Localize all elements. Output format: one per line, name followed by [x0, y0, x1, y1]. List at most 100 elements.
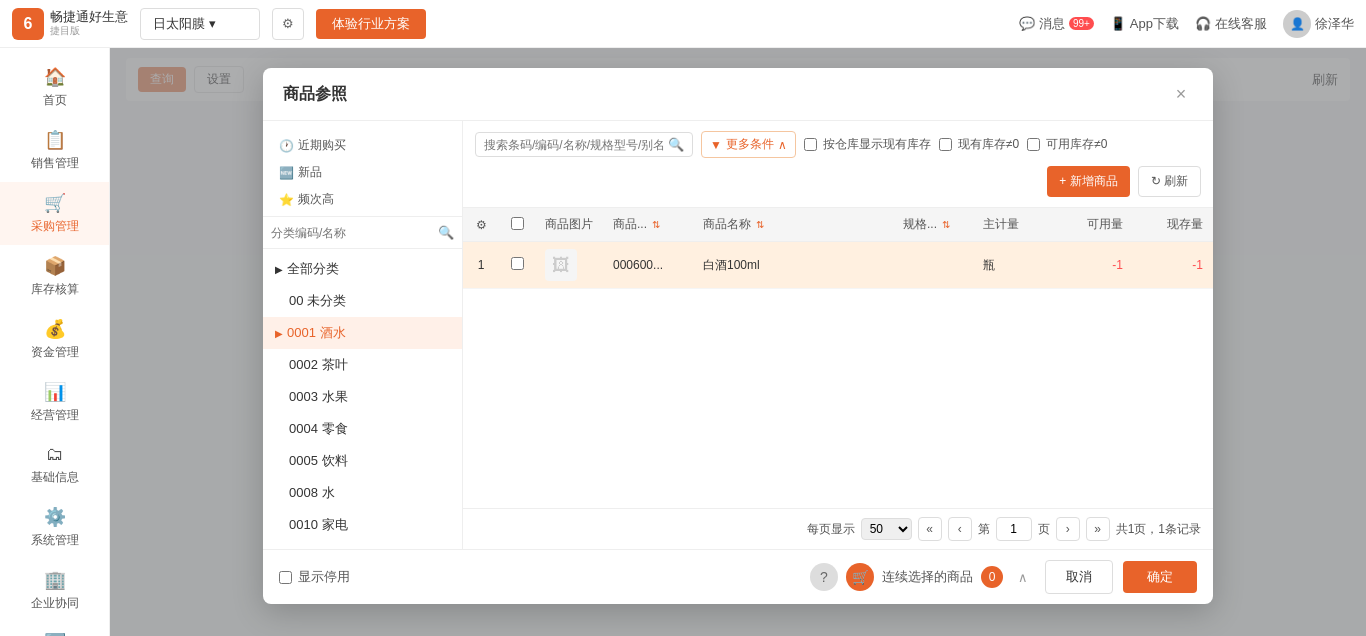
main-layout: 🏠 首页 📋 销售管理 🛒 采购管理 📦 库存核算 💰 资金管理 📊 经营管理 …: [0, 48, 1366, 636]
logo-area: 6 畅捷通好生意 捷目版: [12, 8, 128, 40]
nav-frequent[interactable]: ⭐ 频次高: [271, 187, 454, 212]
headset-icon: 🎧: [1195, 16, 1211, 31]
tree-arrow-all: ▶: [275, 264, 283, 275]
modal-body: 🕐 近期购买 🆕 新品 ⭐ 频次高: [263, 121, 1213, 549]
tree-label-0004: 0004 零食: [289, 420, 348, 438]
filter-btn[interactable]: ▼ 更多条件 ∧: [701, 131, 796, 158]
basic-icon: 🗂: [46, 444, 64, 465]
business-icon: 📊: [44, 381, 66, 403]
product-spec: [893, 242, 973, 289]
col-code-header[interactable]: 商品... ⇅: [603, 208, 693, 242]
tree-item-0003[interactable]: 0003 水果: [263, 381, 462, 413]
sidebar-label-finance: 资金管理: [31, 344, 79, 361]
close-btn[interactable]: ×: [1169, 82, 1193, 106]
tree-item-0005[interactable]: 0005 饮料: [263, 445, 462, 477]
nav-new-label: 新品: [298, 164, 322, 181]
message-btn[interactable]: 💬 消息 99+: [1019, 15, 1094, 33]
sidebar-item-inventory[interactable]: 📦 库存核算: [0, 245, 109, 308]
per-page-select[interactable]: 10 20 50 100: [861, 518, 912, 540]
nav-recent[interactable]: 🕐 近期购买: [271, 133, 454, 158]
logo-title: 畅捷通好生意: [50, 9, 128, 25]
toolbar: 🔍 ▼ 更多条件 ∧ 按仓库显示现有库存: [463, 121, 1213, 208]
tree-item-0001[interactable]: ▶ 0001 酒水: [263, 317, 462, 349]
app-download-btn[interactable]: 📱 App下载: [1110, 15, 1179, 33]
tree-label-0010: 0010 家电: [289, 516, 348, 534]
sidebar-label-business: 经营管理: [31, 407, 79, 424]
next-page-btn[interactable]: ›: [1056, 517, 1080, 541]
collapse-icon[interactable]: ∧: [1011, 565, 1035, 589]
message-icon: 💬: [1019, 16, 1035, 31]
table-container: ⚙ 商品图片 商品...: [463, 208, 1213, 508]
table-row[interactable]: 1 🖼 000600... 白酒100ml: [463, 242, 1213, 289]
sidebar-label-inventory: 库存核算: [31, 281, 79, 298]
nav-new[interactable]: 🆕 新品: [271, 160, 454, 185]
continuous-label: 连续选择的商品: [882, 568, 973, 586]
prev-page-btn[interactable]: ‹: [948, 517, 972, 541]
tree-label-00: 00 未分类: [289, 292, 346, 310]
checkbox-stock-label: 现有库存≠0: [958, 136, 1019, 153]
row-checkbox[interactable]: [511, 257, 524, 270]
home-icon: 🏠: [44, 66, 66, 88]
nav-dropdown[interactable]: 日太阳膜 ▾: [140, 8, 260, 40]
checkbox-stock[interactable]: [939, 138, 952, 151]
sidebar-item-guide[interactable]: 🆕 新手引导: [0, 622, 109, 636]
col-settings[interactable]: ⚙: [463, 208, 499, 242]
sidebar-item-home[interactable]: 🏠 首页: [0, 56, 109, 119]
online-service-btn[interactable]: 🎧 在线客服: [1195, 15, 1267, 33]
product-table: ⚙ 商品图片 商品...: [463, 208, 1213, 289]
tree-item-0010[interactable]: 0010 家电: [263, 509, 462, 541]
tree-item-00[interactable]: 00 未分类: [263, 285, 462, 317]
trial-btn[interactable]: 体验行业方案: [316, 9, 426, 39]
select-all-checkbox[interactable]: [511, 217, 524, 230]
tree-search-input[interactable]: [271, 226, 434, 240]
col-spec-header[interactable]: 规格... ⇅: [893, 208, 973, 242]
cart-icon[interactable]: 🛒: [846, 563, 874, 591]
tree-search-icon[interactable]: 🔍: [438, 225, 454, 240]
sidebar-item-system[interactable]: ⚙️ 系统管理: [0, 496, 109, 559]
col-stock-header: 现存量: [1133, 208, 1213, 242]
tree-label-0005: 0005 饮料: [289, 452, 348, 470]
first-page-btn[interactable]: «: [918, 517, 942, 541]
tree-item-all[interactable]: ▶ 全部分类: [263, 253, 462, 285]
refresh-btn[interactable]: ↻ 刷新: [1138, 166, 1201, 197]
sidebar: 🏠 首页 📋 销售管理 🛒 采购管理 📦 库存核算 💰 资金管理 📊 经营管理 …: [0, 48, 110, 636]
sidebar-item-sales[interactable]: 📋 销售管理: [0, 119, 109, 182]
checkbox-avail[interactable]: [1027, 138, 1040, 151]
sidebar-item-purchase[interactable]: 🛒 采购管理: [0, 182, 109, 245]
last-page-btn[interactable]: »: [1086, 517, 1110, 541]
nav-frequent-label: 频次高: [298, 191, 334, 208]
settings-icon[interactable]: ⚙: [272, 8, 304, 40]
modal-overlay: 商品参照 × 🕐 近期购买 🆕: [110, 48, 1366, 636]
logo-icon: 6: [12, 8, 44, 40]
tree-item-0008[interactable]: 0008 水: [263, 477, 462, 509]
tree-label-0002: 0002 茶叶: [289, 356, 348, 374]
col-unit-header: 主计量: [973, 208, 1043, 242]
modal-footer: 显示停用 ? 🛒 连续选择的商品 0 ∧ 取消 确定: [263, 549, 1213, 604]
add-product-btn[interactable]: + 新增商品: [1047, 166, 1129, 197]
product-thumb: 🖼: [545, 249, 577, 281]
product-available: -1: [1043, 242, 1133, 289]
sidebar-item-finance[interactable]: 💰 资金管理: [0, 308, 109, 371]
nav-recent-label: 近期购买: [298, 137, 346, 154]
sidebar-item-basic[interactable]: 🗂 基础信息: [0, 434, 109, 496]
logo-sub: 捷目版: [50, 24, 128, 38]
sort-arrows-spec: ⇅: [942, 219, 950, 230]
cancel-btn[interactable]: 取消: [1045, 560, 1113, 594]
sidebar-item-enterprise[interactable]: 🏢 企业协同: [0, 559, 109, 622]
message-label: 消息: [1039, 15, 1065, 33]
confirm-btn[interactable]: 确定: [1123, 561, 1197, 593]
help-icon[interactable]: ?: [810, 563, 838, 591]
col-name-header[interactable]: 商品名称 ⇅: [693, 208, 893, 242]
show-disabled-checkbox[interactable]: [279, 571, 292, 584]
tree-item-0002[interactable]: 0002 茶叶: [263, 349, 462, 381]
tree-item-0004[interactable]: 0004 零食: [263, 413, 462, 445]
online-service-label: 在线客服: [1215, 15, 1267, 33]
product-name: 白酒100ml: [693, 242, 893, 289]
sidebar-item-business[interactable]: 📊 经营管理: [0, 371, 109, 434]
page-input[interactable]: [996, 517, 1032, 541]
right-panel: 🔍 ▼ 更多条件 ∧ 按仓库显示现有库存: [463, 121, 1213, 549]
search-input[interactable]: [484, 138, 664, 152]
checkbox-warehouse[interactable]: [804, 138, 817, 151]
user-profile[interactable]: 👤 徐泽华: [1283, 10, 1354, 38]
search-icon[interactable]: 🔍: [668, 137, 684, 152]
